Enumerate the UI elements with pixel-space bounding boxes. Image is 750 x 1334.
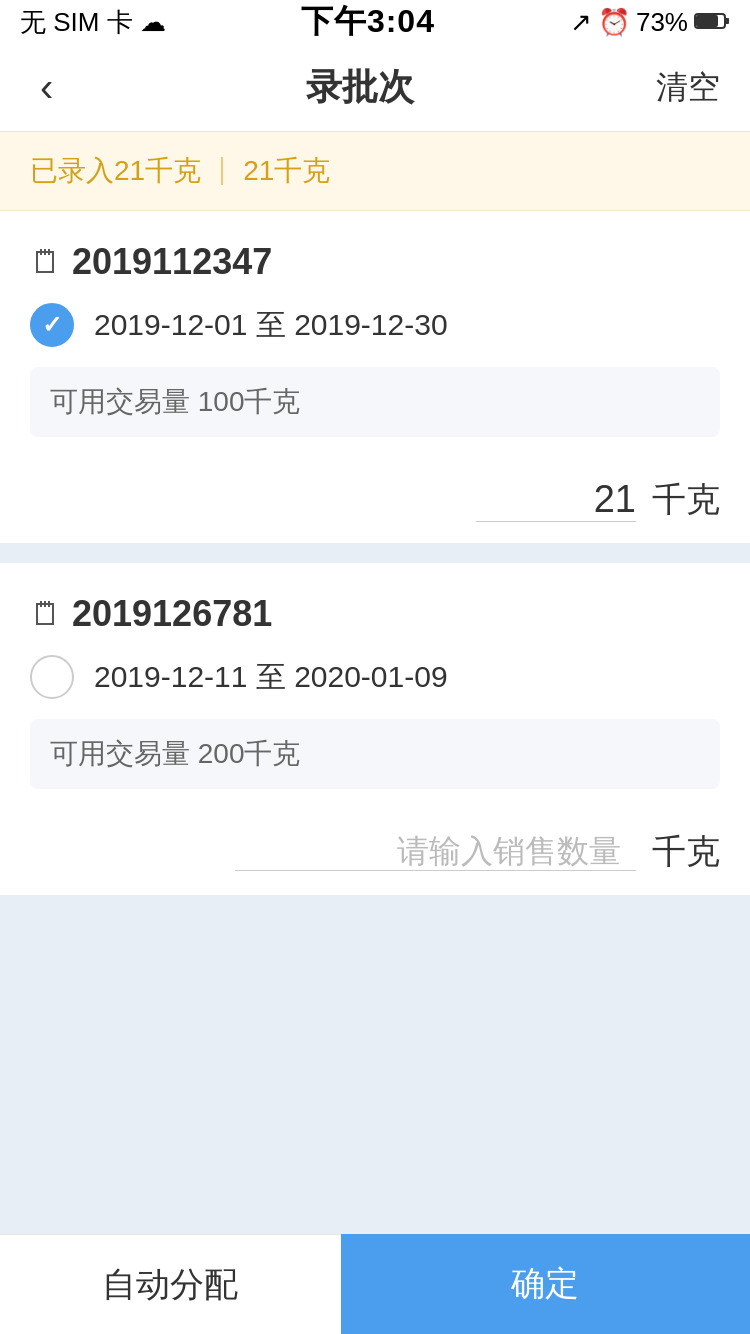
- batch-2-date: 2019-12-11 至 2020-01-09: [94, 657, 448, 698]
- location-icon: ↗: [570, 7, 592, 38]
- clear-button[interactable]: 清空: [656, 66, 720, 110]
- check-icon: ✓: [42, 311, 62, 339]
- batch-2-unit: 千克: [652, 829, 720, 875]
- batch-1-availability: 可用交易量 100千克: [30, 367, 720, 437]
- batch-card-1: 🗒 2019112347 ✓ 2019-12-01 至 2019-12-30 可…: [0, 211, 750, 543]
- back-button[interactable]: ‹: [30, 55, 63, 120]
- batch-1-date-row: ✓ 2019-12-01 至 2019-12-30: [0, 293, 750, 357]
- confirm-button[interactable]: 确定: [341, 1234, 750, 1334]
- nav-bar: ‹ 录批次 清空: [0, 44, 750, 132]
- batch-1-quantity-value: 21: [594, 478, 636, 520]
- batch-2-radio[interactable]: [30, 655, 74, 699]
- batch-2-doc-icon: 🗒: [30, 596, 62, 633]
- battery-text: 73%: [636, 7, 688, 38]
- status-bar: 无 SIM 卡 ☁ 下午3:04 ↗ ⏰ 73%: [0, 0, 750, 44]
- batch-card-2: 🗒 2019126781 2019-12-11 至 2020-01-09 可用交…: [0, 563, 750, 895]
- batch-2-quantity-input[interactable]: [235, 833, 636, 870]
- batch-1-quantity-row: 21 千克: [0, 457, 750, 543]
- footer: 自动分配 确定: [0, 1234, 750, 1334]
- batch-1-date: 2019-12-01 至 2019-12-30: [94, 305, 448, 346]
- status-left: 无 SIM 卡 ☁: [20, 5, 166, 40]
- batch-2-date-row: 2019-12-11 至 2020-01-09: [0, 645, 750, 709]
- alarm-icon: ⏰: [598, 7, 630, 38]
- svg-rect-2: [696, 15, 718, 27]
- svg-rect-1: [725, 18, 729, 24]
- status-time: 下午3:04: [301, 0, 435, 44]
- battery-icon: [694, 7, 730, 38]
- batch-2-input-row: 千克: [0, 809, 750, 895]
- auto-distribute-button[interactable]: 自动分配: [0, 1234, 341, 1334]
- batch-1-number: 2019112347: [72, 241, 272, 283]
- status-right: ↗ ⏰ 73%: [570, 7, 730, 38]
- batch-1-quantity-unit: 千克: [652, 477, 720, 523]
- batch-1-doc-icon: 🗒: [30, 244, 62, 281]
- section-divider-1: [0, 543, 750, 563]
- summary-divider: [221, 157, 223, 185]
- batch-1-radio[interactable]: ✓: [30, 303, 74, 347]
- no-sim-text: 无 SIM 卡 ☁: [20, 5, 166, 40]
- page-title: 录批次: [306, 63, 414, 112]
- total-amount: 21千克: [243, 152, 330, 190]
- batch-2-number: 2019126781: [72, 593, 272, 635]
- entered-amount: 已录入21千克: [30, 152, 201, 190]
- batch-2-header: 🗒 2019126781: [0, 563, 750, 645]
- batch-1-quantity-underline: 21: [476, 478, 636, 522]
- batch-2-availability: 可用交易量 200千克: [30, 719, 720, 789]
- batch-1-header: 🗒 2019112347: [0, 211, 750, 293]
- summary-banner: 已录入21千克 21千克: [0, 132, 750, 211]
- batch-2-input-wrap: [235, 833, 636, 871]
